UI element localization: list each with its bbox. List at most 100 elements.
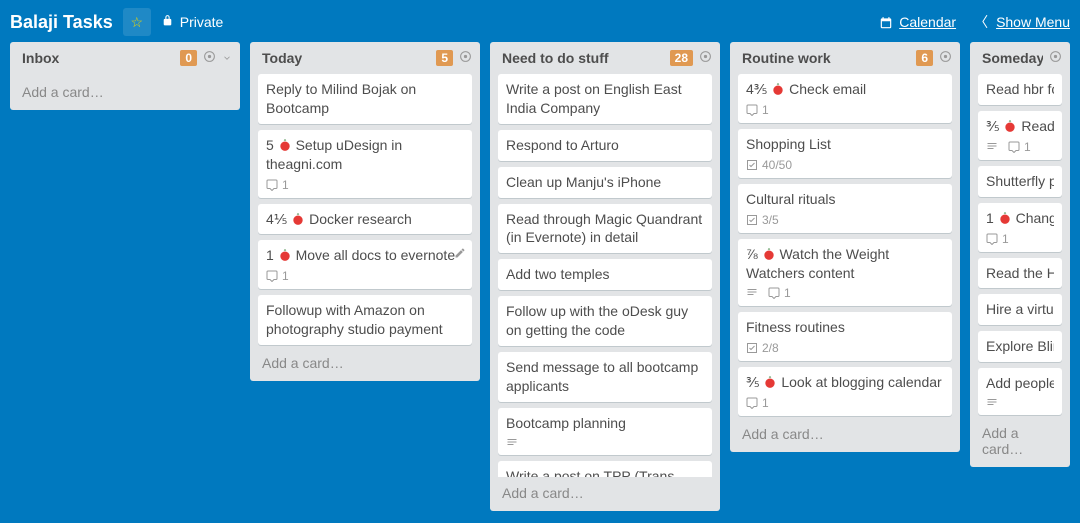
- card[interactable]: Fitness routines 2/8: [738, 312, 952, 361]
- comments-badge: 1: [746, 396, 769, 410]
- checklist-badge: 2/8: [746, 341, 779, 355]
- card-title: Read the Habits: [986, 264, 1054, 283]
- card[interactable]: 1 Change Na subscription to M1: [978, 203, 1062, 252]
- list-name[interactable]: Someday/Mayb: [982, 50, 1043, 66]
- list-name[interactable]: Today: [262, 50, 430, 66]
- list: Routine work 6 4⅗ Check email 1 Shopping Lis…: [730, 42, 960, 452]
- card[interactable]: 1 Move all docs to evernote1: [258, 240, 472, 289]
- card[interactable]: Write a post on English East India Compa…: [498, 74, 712, 124]
- card-title-text: Write a post on TPP (Trans Pacific Partn…: [506, 468, 674, 477]
- add-card-button[interactable]: Add a card…: [730, 418, 960, 452]
- card[interactable]: Write a post on TPP (Trans Pacific Partn…: [498, 461, 712, 477]
- star-button[interactable]: ☆: [123, 8, 151, 36]
- tomato-icon: [278, 138, 292, 152]
- list-name[interactable]: Routine work: [742, 50, 910, 66]
- card-title-text: Fitness routines: [746, 319, 845, 335]
- card-title: 1 Change Na subscription to M: [986, 209, 1054, 228]
- card[interactable]: ⅗ Look at blogging calendar 1: [738, 367, 952, 416]
- card-title-text: Respond to Arturo: [506, 137, 619, 153]
- checklist-badge: 3/5: [746, 213, 779, 227]
- list-count-badge: 0: [180, 50, 197, 66]
- comments-badge: 1: [266, 269, 289, 283]
- calendar-icon: [879, 14, 893, 30]
- card[interactable]: Explore Blinkist - summarie: [978, 331, 1062, 362]
- card[interactable]: Read through Magic Quandrant (in Evernot…: [498, 204, 712, 254]
- card-title-text: Shopping List: [746, 136, 831, 152]
- card[interactable]: Send message to all bootcamp applicants: [498, 352, 712, 402]
- list-header: Need to do stuff28: [490, 42, 720, 70]
- card[interactable]: Cultural rituals 3/5: [738, 184, 952, 233]
- show-menu-button[interactable]: Show Menu: [996, 14, 1070, 30]
- card-title-text: Hire a virtual ass: [986, 301, 1054, 317]
- subscribe-icon[interactable]: [1049, 50, 1062, 66]
- list-name[interactable]: Inbox: [22, 50, 174, 66]
- card[interactable]: 4⅗ Check email 1: [738, 74, 952, 123]
- card-title: Followup with Amazon on photography stud…: [266, 301, 464, 339]
- card[interactable]: ⅗ Read up on 1: [978, 111, 1062, 160]
- star-icon: ☆: [130, 14, 143, 31]
- comments-badge: 1: [768, 286, 791, 300]
- card-title: Add people to M website: [986, 374, 1054, 393]
- card[interactable]: Hire a virtual ass: [978, 294, 1062, 325]
- card-title: Reply to Milind Bojak on Bootcamp: [266, 80, 464, 118]
- subscribe-icon[interactable]: [203, 50, 216, 66]
- tomato-icon: [291, 212, 305, 226]
- card-title-text: Follow up with the oDesk guy on getting …: [506, 303, 688, 338]
- tomato-icon: [1003, 119, 1017, 133]
- list: Inbox 0 Add a card…: [10, 42, 240, 110]
- card[interactable]: Bootcamp planning: [498, 408, 712, 455]
- card-title-text: Move all docs to evernote: [296, 247, 456, 263]
- comments-badge: 1: [746, 103, 769, 117]
- card-title: 4⅗ Check email: [746, 80, 944, 99]
- add-card-button[interactable]: Add a card…: [970, 417, 1070, 467]
- card-prefix: ⅞: [746, 246, 762, 262]
- card[interactable]: Followup with Amazon on photography stud…: [258, 295, 472, 345]
- add-card-button[interactable]: Add a card…: [250, 347, 480, 381]
- card-title: ⅗ Read up on: [986, 117, 1054, 136]
- subscribe-icon[interactable]: [699, 50, 712, 66]
- list-name[interactable]: Need to do stuff: [502, 50, 664, 66]
- card[interactable]: Follow up with the oDesk guy on getting …: [498, 296, 712, 346]
- comments-badge: 1: [1008, 140, 1031, 154]
- card[interactable]: Reply to Milind Bojak on Bootcamp: [258, 74, 472, 124]
- card[interactable]: Add two temples: [498, 259, 712, 290]
- list-count-badge: 6: [916, 50, 933, 66]
- card-title: Follow up with the oDesk guy on getting …: [506, 302, 704, 340]
- card[interactable]: Clean up Manju's iPhone: [498, 167, 712, 198]
- card-title-text: Change Na subscription to M: [1016, 210, 1054, 226]
- chevron-down-icon[interactable]: [222, 50, 232, 66]
- card[interactable]: Read the Habits: [978, 258, 1062, 289]
- subscribe-icon[interactable]: [939, 50, 952, 66]
- card-title: Shutterfly photo https://www.shut books: [986, 172, 1054, 191]
- subscribe-icon[interactable]: [459, 50, 472, 66]
- card[interactable]: ⅞ Watch the Weight Watchers content1: [738, 239, 952, 307]
- card[interactable]: 4⅕ Docker research: [258, 204, 472, 235]
- card[interactable]: Read hbr for 30 m: [978, 74, 1062, 105]
- board-title[interactable]: Balaji Tasks: [10, 12, 113, 33]
- card-title-text: Cultural rituals: [746, 191, 835, 207]
- card-title-text: Read through Magic Quandrant (in Evernot…: [506, 211, 702, 246]
- add-card-button[interactable]: Add a card…: [490, 477, 720, 511]
- card-title-text: Shutterfly photo https://www.shut books: [986, 173, 1054, 189]
- calendar-button[interactable]: Calendar: [879, 14, 956, 30]
- add-card-button[interactable]: Add a card…: [10, 76, 240, 110]
- card-prefix: 1: [986, 210, 998, 226]
- card-title-text: Look at blogging calendar: [781, 374, 941, 390]
- card[interactable]: Shopping List 40/50: [738, 129, 952, 178]
- card-prefix: ⅗: [746, 374, 763, 390]
- card[interactable]: Add people to M website: [978, 368, 1062, 415]
- board-header: Balaji Tasks ☆ Private Calendar 〈 Show M…: [0, 0, 1080, 42]
- card-title-text: Write a post on English East India Compa…: [506, 81, 682, 116]
- card-list: Write a post on English East India Compa…: [490, 70, 720, 477]
- card-badges: [986, 397, 1054, 409]
- card-title: Shopping List: [746, 135, 944, 154]
- card-title: Read through Magic Quandrant (in Evernot…: [506, 210, 704, 248]
- card[interactable]: Respond to Arturo: [498, 130, 712, 161]
- privacy-button[interactable]: Private: [161, 14, 224, 30]
- checklist-badge: 40/50: [746, 158, 792, 172]
- card[interactable]: Shutterfly photo https://www.shut books: [978, 166, 1062, 197]
- card-title-text: Clean up Manju's iPhone: [506, 174, 661, 190]
- card[interactable]: 5 Setup uDesign in theagni.com1: [258, 130, 472, 198]
- edit-icon[interactable]: [454, 246, 466, 262]
- tomato-icon: [278, 248, 292, 262]
